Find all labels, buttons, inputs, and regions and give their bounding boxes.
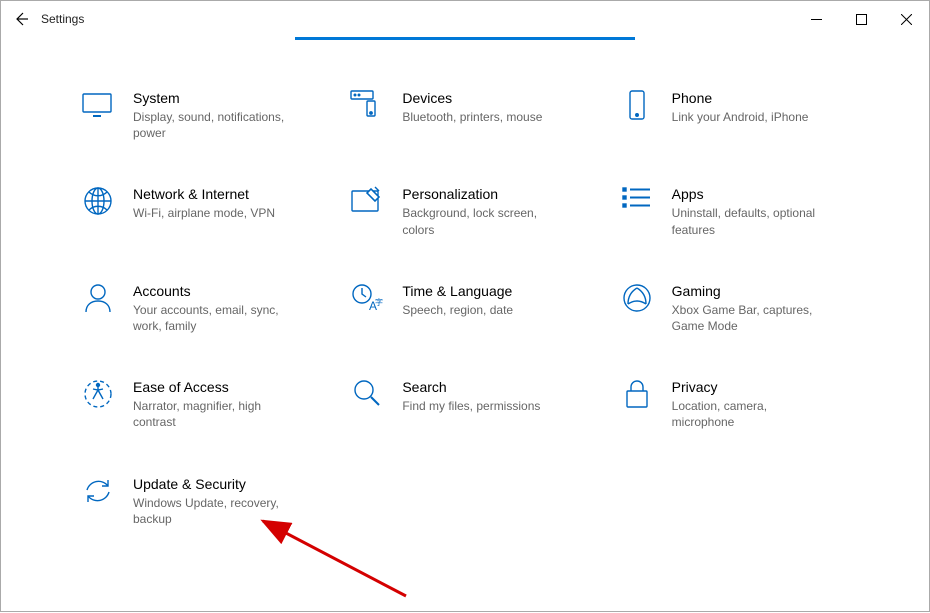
globe-icon — [81, 186, 115, 220]
tile-title: Personalization — [402, 186, 562, 202]
tile-text: Search Find my files, permissions — [402, 379, 540, 430]
minimize-icon — [811, 14, 822, 25]
tile-privacy[interactable]: Privacy Location, camera, microphone — [620, 379, 859, 430]
tile-text: Apps Uninstall, defaults, optional featu… — [672, 186, 832, 237]
search-accent-underline — [295, 37, 635, 40]
tile-apps[interactable]: Apps Uninstall, defaults, optional featu… — [620, 186, 859, 237]
tile-title: Devices — [402, 90, 542, 106]
gaming-icon — [620, 283, 654, 317]
tile-phone[interactable]: Phone Link your Android, iPhone — [620, 90, 859, 141]
titlebar: Settings — [1, 1, 929, 37]
tile-title: Search — [402, 379, 540, 395]
window-controls — [794, 1, 929, 37]
tile-title: Privacy — [672, 379, 832, 395]
tile-time[interactable]: A字 Time & Language Speech, region, date — [350, 283, 589, 334]
tile-devices[interactable]: Devices Bluetooth, printers, mouse — [350, 90, 589, 141]
tile-desc: Link your Android, iPhone — [672, 109, 809, 125]
devices-icon — [350, 90, 384, 124]
close-button[interactable] — [884, 1, 929, 37]
tile-desc: Find my files, permissions — [402, 398, 540, 414]
tile-title: Accounts — [133, 283, 293, 299]
tile-desc: Uninstall, defaults, optional features — [672, 205, 832, 237]
tile-text: Time & Language Speech, region, date — [402, 283, 513, 334]
tile-desc: Windows Update, recovery, backup — [133, 495, 293, 527]
tile-desc: Your accounts, email, sync, work, family — [133, 302, 293, 334]
close-icon — [901, 14, 912, 25]
tile-gaming[interactable]: Gaming Xbox Game Bar, captures, Game Mod… — [620, 283, 859, 334]
window-title: Settings — [41, 12, 84, 26]
tile-text: Ease of Access Narrator, magnifier, high… — [133, 379, 293, 430]
tile-text: Gaming Xbox Game Bar, captures, Game Mod… — [672, 283, 832, 334]
tile-desc: Bluetooth, printers, mouse — [402, 109, 542, 125]
tile-title: Phone — [672, 90, 809, 106]
tile-title: Network & Internet — [133, 186, 275, 202]
tile-text: Privacy Location, camera, microphone — [672, 379, 832, 430]
back-arrow-icon — [13, 11, 29, 27]
tile-text: Devices Bluetooth, printers, mouse — [402, 90, 542, 141]
personalization-icon — [350, 186, 384, 220]
privacy-icon — [620, 379, 654, 413]
tile-personalization[interactable]: Personalization Background, lock screen,… — [350, 186, 589, 237]
tile-desc: Narrator, magnifier, high contrast — [133, 398, 293, 430]
search-icon — [350, 379, 384, 413]
maximize-icon — [856, 14, 867, 25]
tile-ease-of-access[interactable]: Ease of Access Narrator, magnifier, high… — [81, 379, 320, 430]
update-icon — [81, 476, 115, 510]
tile-desc: Location, camera, microphone — [672, 398, 832, 430]
tile-search[interactable]: Search Find my files, permissions — [350, 379, 589, 430]
svg-text:字: 字 — [375, 297, 383, 307]
settings-grid: System Display, sound, notifications, po… — [81, 90, 859, 527]
tile-text: Accounts Your accounts, email, sync, wor… — [133, 283, 293, 334]
ease-of-access-icon — [81, 379, 115, 413]
tile-title: Ease of Access — [133, 379, 293, 395]
tile-title: System — [133, 90, 293, 106]
tile-title: Time & Language — [402, 283, 513, 299]
apps-icon — [620, 186, 654, 220]
tile-system[interactable]: System Display, sound, notifications, po… — [81, 90, 320, 141]
tile-text: Update & Security Windows Update, recove… — [133, 476, 293, 527]
tile-text: Phone Link your Android, iPhone — [672, 90, 809, 141]
settings-home: System Display, sound, notifications, po… — [1, 60, 929, 527]
back-button[interactable] — [1, 11, 41, 27]
tile-title: Update & Security — [133, 476, 293, 492]
tile-desc: Speech, region, date — [402, 302, 513, 318]
tile-desc: Background, lock screen, colors — [402, 205, 562, 237]
maximize-button[interactable] — [839, 1, 884, 37]
tile-accounts[interactable]: Accounts Your accounts, email, sync, wor… — [81, 283, 320, 334]
tile-title: Gaming — [672, 283, 832, 299]
tile-title: Apps — [672, 186, 832, 202]
tile-update-security[interactable]: Update & Security Windows Update, recove… — [81, 476, 320, 527]
minimize-button[interactable] — [794, 1, 839, 37]
accounts-icon — [81, 283, 115, 317]
tile-text: Network & Internet Wi-Fi, airplane mode,… — [133, 186, 275, 237]
time-language-icon: A字 — [350, 283, 384, 317]
tile-desc: Display, sound, notifications, power — [133, 109, 293, 141]
tile-text: System Display, sound, notifications, po… — [133, 90, 293, 141]
tile-text: Personalization Background, lock screen,… — [402, 186, 562, 237]
tile-desc: Wi-Fi, airplane mode, VPN — [133, 205, 275, 221]
tile-network[interactable]: Network & Internet Wi-Fi, airplane mode,… — [81, 186, 320, 237]
tile-desc: Xbox Game Bar, captures, Game Mode — [672, 302, 832, 334]
phone-icon — [620, 90, 654, 124]
system-icon — [81, 90, 115, 124]
